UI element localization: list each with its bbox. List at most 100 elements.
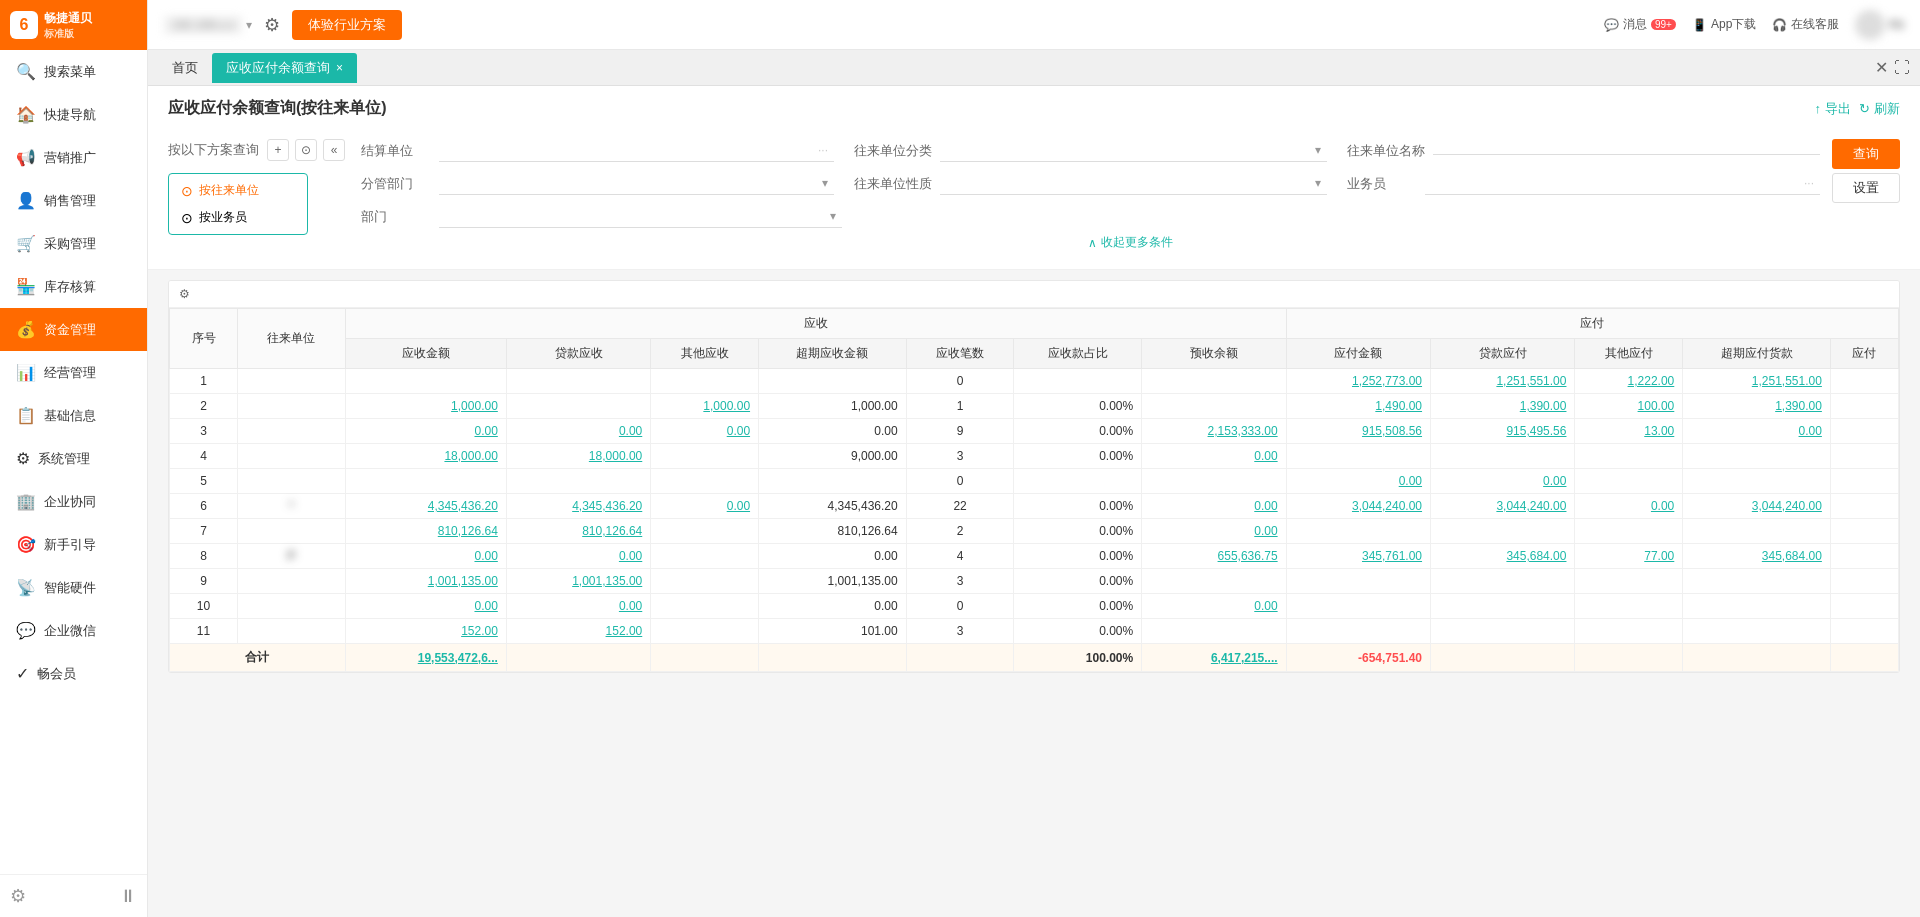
- sidebar-item-member[interactable]: ✓ 畅会员: [0, 652, 147, 695]
- sidebar-item-finance[interactable]: 💰 资金管理: [0, 308, 147, 351]
- row-recv-other[interactable]: 0.00: [651, 419, 759, 444]
- row-recv-advance[interactable]: 0.00: [1142, 494, 1286, 519]
- row-pay-loan[interactable]: 915,495.56: [1431, 419, 1575, 444]
- row-pay-other[interactable]: [1575, 469, 1683, 494]
- tab-home[interactable]: 首页: [158, 53, 212, 83]
- settings-icon[interactable]: ⚙: [10, 885, 26, 907]
- row-recv-loan[interactable]: 0.00: [506, 419, 650, 444]
- table-settings-icon[interactable]: ⚙: [179, 287, 190, 301]
- edit-filter-btn[interactable]: ⊙: [295, 139, 317, 161]
- row-pay-loan[interactable]: [1431, 594, 1575, 619]
- row-recv-other[interactable]: [651, 594, 759, 619]
- sidebar-item-inventory[interactable]: 🏪 库存核算: [0, 265, 147, 308]
- row-pay-overdue[interactable]: 1,390.00: [1683, 394, 1831, 419]
- row-pay-amount[interactable]: [1286, 619, 1430, 644]
- row-recv-loan[interactable]: 4,345,436.20: [506, 494, 650, 519]
- row-recv-advance[interactable]: 0.00: [1142, 519, 1286, 544]
- row-pay-overdue[interactable]: [1683, 444, 1831, 469]
- row-pay-other[interactable]: 13.00: [1575, 419, 1683, 444]
- row-pay-loan[interactable]: 0.00: [1431, 469, 1575, 494]
- row-pay-amount[interactable]: [1286, 519, 1430, 544]
- app-download-action[interactable]: 📱 App下载: [1692, 16, 1756, 33]
- row-recv-loan[interactable]: [506, 394, 650, 419]
- row-recv-amount[interactable]: 18,000.00: [345, 444, 506, 469]
- partner-name-input[interactable]: [1433, 146, 1820, 155]
- sidebar-item-hardware[interactable]: 📡 智能硬件: [0, 566, 147, 609]
- sidebar-item-search[interactable]: 🔍 搜索菜单: [0, 50, 147, 93]
- row-pay-amount[interactable]: 1,252,773.00: [1286, 369, 1430, 394]
- add-filter-btn[interactable]: +: [267, 139, 289, 161]
- row-pay-other[interactable]: [1575, 444, 1683, 469]
- row-recv-amount[interactable]: 0.00: [345, 544, 506, 569]
- row-pay-other[interactable]: [1575, 619, 1683, 644]
- row-pay-other[interactable]: 1,222.00: [1575, 369, 1683, 394]
- row-pay-loan[interactable]: [1431, 619, 1575, 644]
- tab-receivable-query[interactable]: 应收应付余额查询 ×: [212, 53, 357, 83]
- row-pay-overdue[interactable]: [1683, 569, 1831, 594]
- gear-btn[interactable]: ⚙: [264, 14, 280, 36]
- row-recv-amount[interactable]: 810,126.64: [345, 519, 506, 544]
- row-recv-loan[interactable]: [506, 469, 650, 494]
- row-pay-loan[interactable]: [1431, 569, 1575, 594]
- filter-option-salesperson[interactable]: ⊙ 按业务员: [173, 205, 303, 230]
- row-pay-amount[interactable]: 915,508.56: [1286, 419, 1430, 444]
- row-pay-other[interactable]: [1575, 594, 1683, 619]
- row-recv-loan[interactable]: 1,001,135.00: [506, 569, 650, 594]
- row-recv-advance[interactable]: 655,636.75: [1142, 544, 1286, 569]
- set-button[interactable]: 设置: [1832, 173, 1900, 203]
- sidebar-item-operation[interactable]: 📊 经营管理: [0, 351, 147, 394]
- row-pay-overdue[interactable]: [1683, 469, 1831, 494]
- row-pay-loan[interactable]: [1431, 519, 1575, 544]
- close-tab-btn[interactable]: ✕: [1875, 58, 1888, 77]
- sidebar-item-quicknav[interactable]: 🏠 快捷导航: [0, 93, 147, 136]
- row-pay-overdue[interactable]: 0.00: [1683, 419, 1831, 444]
- partner-category-select[interactable]: ▾: [940, 139, 1327, 162]
- sidebar-item-corp[interactable]: 🏢 企业协同: [0, 480, 147, 523]
- row-recv-loan[interactable]: 18,000.00: [506, 444, 650, 469]
- row-recv-advance[interactable]: 0.00: [1142, 444, 1286, 469]
- row-recv-other[interactable]: 0.00: [651, 494, 759, 519]
- row-recv-other[interactable]: [651, 369, 759, 394]
- row-pay-overdue[interactable]: [1683, 519, 1831, 544]
- tab-close-icon[interactable]: ×: [336, 61, 343, 75]
- refresh-button[interactable]: ↻ 刷新: [1859, 100, 1900, 118]
- row-pay-overdue[interactable]: [1683, 594, 1831, 619]
- row-pay-other[interactable]: 0.00: [1575, 494, 1683, 519]
- row-recv-loan[interactable]: 810,126.64: [506, 519, 650, 544]
- row-pay-loan[interactable]: 1,251,551.00: [1431, 369, 1575, 394]
- row-pay-overdue[interactable]: 3,044,240.00: [1683, 494, 1831, 519]
- row-pay-amount[interactable]: [1286, 444, 1430, 469]
- row-pay-amount[interactable]: 3,044,240.00: [1286, 494, 1430, 519]
- maximize-tab-btn[interactable]: ⛶: [1894, 58, 1910, 77]
- row-pay-loan[interactable]: 3,044,240.00: [1431, 494, 1575, 519]
- row-recv-amount[interactable]: 1,001,135.00: [345, 569, 506, 594]
- row-recv-loan[interactable]: [506, 369, 650, 394]
- salesperson-input[interactable]: ···: [1425, 172, 1820, 195]
- row-pay-loan[interactable]: 1,390.00: [1431, 394, 1575, 419]
- row-recv-advance[interactable]: 2,153,333.00: [1142, 419, 1286, 444]
- dept-select[interactable]: ▾: [439, 205, 842, 228]
- row-pay-overdue[interactable]: 345,684.00: [1683, 544, 1831, 569]
- row-recv-advance[interactable]: [1142, 469, 1286, 494]
- row-recv-advance[interactable]: [1142, 569, 1286, 594]
- row-recv-amount[interactable]: 4,345,436.20: [345, 494, 506, 519]
- dept-manage-select[interactable]: ▾: [439, 172, 834, 195]
- trial-industry-button[interactable]: 体验行业方案: [292, 10, 402, 40]
- row-pay-overdue[interactable]: [1683, 619, 1831, 644]
- row-pay-amount[interactable]: [1286, 569, 1430, 594]
- row-recv-loan[interactable]: 152.00: [506, 619, 650, 644]
- row-recv-advance[interactable]: [1142, 369, 1286, 394]
- row-recv-other[interactable]: [651, 519, 759, 544]
- sidebar-item-marketing[interactable]: 📢 营销推广: [0, 136, 147, 179]
- row-recv-loan[interactable]: 0.00: [506, 594, 650, 619]
- sidebar-item-wechat[interactable]: 💬 企业微信: [0, 609, 147, 652]
- row-pay-amount[interactable]: 1,490.00: [1286, 394, 1430, 419]
- collapse-bar[interactable]: ∧ 收起更多条件: [361, 228, 1900, 257]
- row-recv-other[interactable]: [651, 619, 759, 644]
- row-pay-overdue[interactable]: 1,251,551.00: [1683, 369, 1831, 394]
- sidebar-item-purchase[interactable]: 🛒 采购管理: [0, 222, 147, 265]
- online-service-action[interactable]: 🎧 在线客服: [1772, 16, 1839, 33]
- sidebar-item-basic[interactable]: 📋 基础信息: [0, 394, 147, 437]
- notifications-action[interactable]: 💬 消息 99+: [1604, 16, 1676, 33]
- collapse-filter-btn[interactable]: «: [323, 139, 345, 161]
